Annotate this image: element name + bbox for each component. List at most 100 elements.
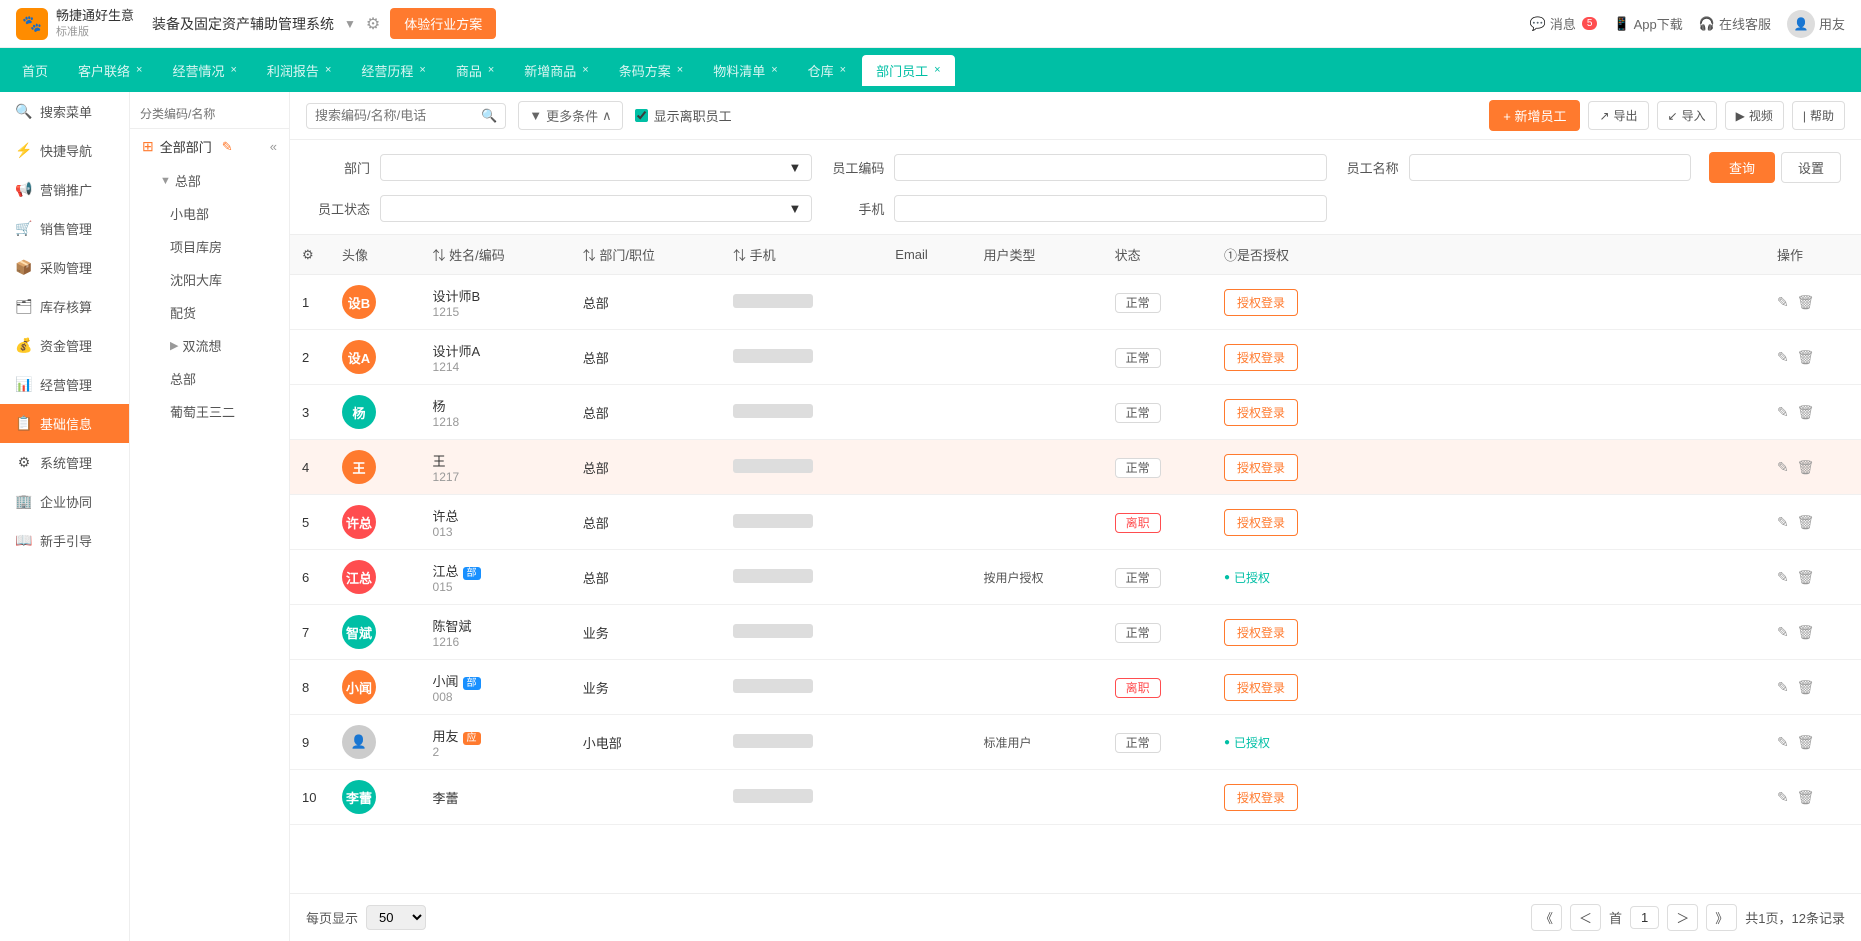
page-number[interactable]: 1 xyxy=(1630,906,1659,929)
delete-btn[interactable]: 🗑 xyxy=(1797,349,1815,366)
delete-btn[interactable]: 🗑 xyxy=(1797,514,1815,531)
add-employee-btn[interactable]: + 新增员工 xyxy=(1489,100,1580,131)
empname-input[interactable] xyxy=(1409,154,1691,181)
edit-btn[interactable]: ✎ xyxy=(1777,624,1789,641)
more-filter-btn[interactable]: ▼ 更多条件 ∧ xyxy=(518,101,622,130)
sidebar-item-finance[interactable]: 💰 资金管理 xyxy=(0,326,129,365)
col-name[interactable]: ⇅ 姓名/编码 xyxy=(421,235,571,275)
edit-btn[interactable]: ✎ xyxy=(1777,514,1789,531)
sidebar-item-marketing[interactable]: 📢 营销推广 xyxy=(0,170,129,209)
sidebar-item-system[interactable]: ⚙ 系统管理 xyxy=(0,443,129,482)
auth-btn[interactable]: 授权登录 xyxy=(1224,509,1298,536)
delete-btn[interactable]: 🗑 xyxy=(1797,679,1815,696)
search-icon[interactable]: 🔍 xyxy=(481,108,497,124)
auth-btn[interactable]: 授权登录 xyxy=(1224,619,1298,646)
delete-btn[interactable]: 🗑 xyxy=(1797,294,1815,311)
close-icon[interactable]: × xyxy=(771,64,777,76)
auth-btn[interactable]: 授权登录 xyxy=(1224,674,1298,701)
query-btn[interactable]: 查询 xyxy=(1709,152,1775,183)
tab-home[interactable]: 首页 xyxy=(8,55,62,86)
help-btn[interactable]: | 帮助 xyxy=(1792,101,1845,130)
tab-barcode[interactable]: 条码方案 × xyxy=(605,55,697,86)
auth-btn[interactable]: 授权登录 xyxy=(1224,344,1298,371)
edit-btn[interactable]: ✎ xyxy=(1777,294,1789,311)
auth-btn[interactable]: 授权登录 xyxy=(1224,454,1298,481)
show-resigned-checkbox[interactable] xyxy=(635,109,648,122)
close-icon[interactable]: × xyxy=(325,64,331,76)
search-input[interactable] xyxy=(315,108,475,123)
tab-profit[interactable]: 利润报告 × xyxy=(253,55,345,86)
dept-item-putaowang[interactable]: 葡萄王三二 xyxy=(130,395,289,428)
edit-btn[interactable]: ✎ xyxy=(1777,404,1789,421)
col-settings[interactable]: ⚙ xyxy=(290,235,330,275)
sidebar-item-search[interactable]: 🔍 搜索菜单 xyxy=(0,92,129,131)
close-icon[interactable]: × xyxy=(677,64,683,76)
dept-item-peihuo[interactable]: 配货 xyxy=(130,296,289,329)
sidebar-item-operation[interactable]: 📊 经营管理 xyxy=(0,365,129,404)
phone-input[interactable] xyxy=(894,195,1326,222)
tab-newgoods[interactable]: 新增商品 × xyxy=(510,55,602,86)
delete-btn[interactable]: 🗑 xyxy=(1797,569,1815,586)
per-page-select[interactable]: 50 100 xyxy=(366,905,426,930)
tab-material[interactable]: 物料清单 × xyxy=(699,55,791,86)
sidebar-item-quicknav[interactable]: ⚡ 快捷导航 xyxy=(0,131,129,170)
dept-collapse-btn[interactable]: « xyxy=(270,139,277,154)
set-btn[interactable]: 设置 xyxy=(1781,152,1841,183)
delete-btn[interactable]: 🗑 xyxy=(1797,624,1815,641)
close-icon[interactable]: × xyxy=(840,64,846,76)
empcode-input[interactable] xyxy=(894,154,1326,181)
view-btn[interactable]: ▶ 视频 xyxy=(1725,101,1784,130)
delete-btn[interactable]: 🗑 xyxy=(1797,459,1815,476)
sidebar-item-stock[interactable]: 🗂 库存核算 xyxy=(0,287,129,326)
edit-btn[interactable]: ✎ xyxy=(1777,679,1789,696)
tab-warehouse[interactable]: 仓库 × xyxy=(794,55,860,86)
prev-page-btn[interactable]: ＜ xyxy=(1570,904,1601,931)
close-icon[interactable]: × xyxy=(488,64,494,76)
dept-edit-icon[interactable]: ✎ xyxy=(222,139,233,155)
tab-process[interactable]: 经营历程 × xyxy=(347,55,439,86)
col-dept[interactable]: ⇅ 部门/职位 xyxy=(571,235,721,275)
close-icon[interactable]: × xyxy=(934,64,940,76)
close-icon[interactable]: × xyxy=(419,64,425,76)
close-icon[interactable]: × xyxy=(136,64,142,76)
dept-item-xiaodiandept[interactable]: 小电部 xyxy=(130,197,289,230)
delete-btn[interactable]: 🗑 xyxy=(1797,789,1815,806)
delete-btn[interactable]: 🗑 xyxy=(1797,404,1815,421)
trial-btn[interactable]: 体验行业方案 xyxy=(390,8,496,39)
dept-item-zongbu[interactable]: ▼ 总部 xyxy=(130,164,289,197)
auth-btn[interactable]: 授权登录 xyxy=(1224,289,1298,316)
app-download-btn[interactable]: 📱 App下载 xyxy=(1613,14,1682,33)
edit-btn[interactable]: ✎ xyxy=(1777,569,1789,586)
dept-all[interactable]: ⊞ 全部部门 ✎ « xyxy=(130,129,289,164)
tab-customer[interactable]: 客户联络 × xyxy=(64,55,156,86)
close-icon[interactable]: × xyxy=(230,64,236,76)
next-page-btn[interactable]: ＞ xyxy=(1667,904,1698,931)
sidebar-item-corp[interactable]: 🏢 企业协同 xyxy=(0,482,129,521)
dept-item-shenyangda[interactable]: 沈阳大库 xyxy=(130,263,289,296)
sidebar-item-basic[interactable]: 📋 基础信息 xyxy=(0,404,129,443)
import-btn[interactable]: ↙ 导入 xyxy=(1657,101,1717,130)
chevron-down-icon[interactable]: ▼ xyxy=(344,17,356,31)
online-service-btn[interactable]: 🎧 在线客服 xyxy=(1699,14,1771,33)
dept-search-input[interactable] xyxy=(140,107,290,121)
tab-staff[interactable]: 部门员工 × xyxy=(862,55,954,86)
export-btn[interactable]: ↗ 导出 xyxy=(1588,101,1648,130)
tab-business[interactable]: 经营情况 × xyxy=(158,55,250,86)
last-page-btn[interactable]: 》 xyxy=(1706,904,1737,931)
tab-goods[interactable]: 商品 × xyxy=(442,55,508,86)
sidebar-item-purchase[interactable]: 📦 采购管理 xyxy=(0,248,129,287)
edit-btn[interactable]: ✎ xyxy=(1777,349,1789,366)
sidebar-item-guide[interactable]: 📖 新手引导 xyxy=(0,521,129,560)
message-btn[interactable]: 💬 消息 5 xyxy=(1530,14,1598,33)
edit-btn[interactable]: ✎ xyxy=(1777,459,1789,476)
delete-btn[interactable]: 🗑 xyxy=(1797,734,1815,751)
dept-select[interactable]: ▼ xyxy=(380,154,812,181)
dept-item-xiangmucang[interactable]: 项目库房 xyxy=(130,230,289,263)
auth-btn[interactable]: 授权登录 xyxy=(1224,784,1298,811)
edit-btn[interactable]: ✎ xyxy=(1777,734,1789,751)
sidebar-item-sales[interactable]: 🛒 销售管理 xyxy=(0,209,129,248)
first-page-btn[interactable]: 《 xyxy=(1531,904,1562,931)
close-icon[interactable]: × xyxy=(582,64,588,76)
auth-btn[interactable]: 授权登录 xyxy=(1224,399,1298,426)
edit-btn[interactable]: ✎ xyxy=(1777,789,1789,806)
